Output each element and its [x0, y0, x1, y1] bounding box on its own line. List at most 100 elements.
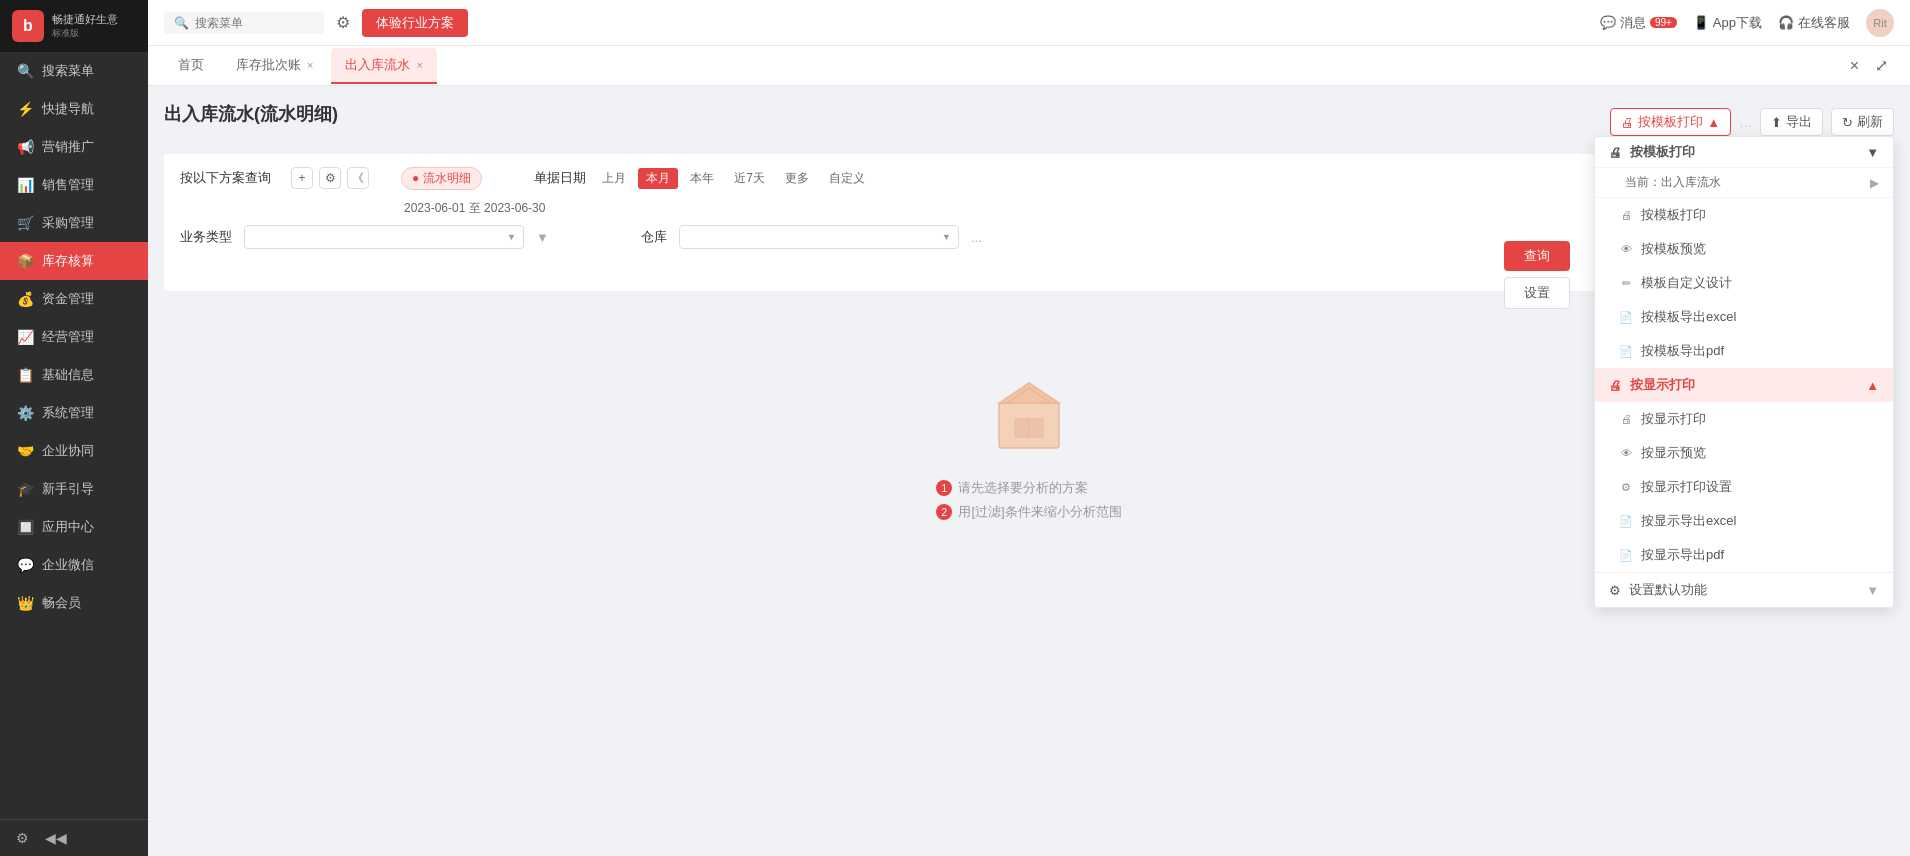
- sidebar-item-search[interactable]: 🔍 搜索菜单: [0, 52, 148, 90]
- settings-bottom-icon[interactable]: ⚙: [16, 830, 29, 846]
- dropdown-display-section[interactable]: 🖨 按显示打印 ▲: [1595, 368, 1893, 402]
- sidebar-item-coop[interactable]: 🤝 企业协同: [0, 432, 148, 470]
- template-pdf-label: 按模板导出pdf: [1641, 342, 1724, 360]
- dropdown-display-print[interactable]: 🖨 按显示打印: [1595, 402, 1893, 436]
- step1-num: 1: [936, 480, 952, 496]
- date-tab-this-month[interactable]: 本月: [638, 168, 678, 189]
- refresh-button[interactable]: ↻ 刷新: [1831, 108, 1894, 136]
- edit-filter-button[interactable]: ⚙: [319, 167, 341, 189]
- dropdown-collapse-icon[interactable]: ▼: [1866, 145, 1879, 160]
- tab-flow-close[interactable]: ×: [416, 59, 422, 71]
- purchase-icon: 🛒: [16, 214, 34, 232]
- basic-icon: 📋: [16, 366, 34, 384]
- printer-section-icon: 🖨: [1609, 145, 1622, 160]
- print-template-button[interactable]: 🖨 按模板打印 ▲: [1610, 108, 1731, 136]
- app-download-label: App下载: [1713, 14, 1762, 32]
- sidebar-item-shortcut[interactable]: ⚡ 快捷导航: [0, 90, 148, 128]
- warehouse-label: 仓库: [641, 228, 667, 246]
- sidebar-item-operation[interactable]: 📈 经营管理: [0, 318, 148, 356]
- user-name-label: Rit: [1873, 17, 1886, 29]
- display-settings-icon: ⚙: [1619, 480, 1633, 494]
- main-content: 🔍 ⚙ 体验行业方案 💬 消息 99+ 📱 App下载 🎧 在线客服 Rit: [148, 0, 1910, 856]
- dropdown-template-title: 按模板打印: [1630, 143, 1695, 161]
- sidebar-item-system[interactable]: ⚙️ 系统管理: [0, 394, 148, 432]
- dropdown-set-default[interactable]: ⚙ 设置默认功能 ▼: [1595, 572, 1893, 607]
- setting-button[interactable]: 设置: [1504, 277, 1570, 309]
- collapse-filter-button[interactable]: 《: [347, 167, 369, 189]
- template-preview-label: 按模板预览: [1641, 240, 1706, 258]
- biz-type-select-wrapper: [244, 225, 524, 249]
- sidebar-item-label: 应用中心: [42, 518, 94, 536]
- dropdown-template-excel[interactable]: 📄 按模板导出excel: [1595, 300, 1893, 334]
- tab-batch-close[interactable]: ×: [307, 59, 313, 71]
- export-button[interactable]: ⬆ 导出: [1760, 108, 1823, 136]
- tab-flow[interactable]: 出入库流水 ×: [331, 48, 436, 84]
- dropdown-display-preview[interactable]: 👁 按显示预览: [1595, 436, 1893, 470]
- sidebar-item-marketing[interactable]: 📢 营销推广: [0, 128, 148, 166]
- sidebar-item-label: 基础信息: [42, 366, 94, 384]
- dropdown-current-item[interactable]: 当前：出入库流水 ▶: [1595, 168, 1893, 198]
- message-btn[interactable]: 💬 消息 99+: [1600, 14, 1677, 32]
- active-filter-tag[interactable]: ● 流水明细: [401, 167, 482, 190]
- message-badge: 99+: [1650, 17, 1677, 28]
- sidebar-item-label: 营销推广: [42, 138, 94, 156]
- sidebar-item-app[interactable]: 🔲 应用中心: [0, 508, 148, 546]
- trial-button[interactable]: 体验行业方案: [362, 9, 468, 37]
- inventory-icon: 📦: [16, 252, 34, 270]
- date-tab-custom[interactable]: 自定义: [821, 168, 873, 189]
- sidebar-item-sales[interactable]: 📊 销售管理: [0, 166, 148, 204]
- warehouse-select[interactable]: [679, 225, 959, 249]
- header-settings-icon[interactable]: ⚙: [336, 13, 350, 32]
- display-preview-icon: 👁: [1619, 446, 1633, 460]
- biz-type-select[interactable]: [244, 225, 524, 249]
- member-icon: 👑: [16, 594, 34, 612]
- header-search-box[interactable]: 🔍: [164, 12, 324, 34]
- dropdown-display-settings[interactable]: ⚙ 按显示打印设置: [1595, 470, 1893, 504]
- empty-step-2: 2 用[过滤]条件来缩小分析范围: [936, 503, 1121, 521]
- sidebar-item-basic[interactable]: 📋 基础信息: [0, 356, 148, 394]
- date-tab-7days[interactable]: 近7天: [726, 168, 773, 189]
- date-tab-more[interactable]: 更多: [777, 168, 817, 189]
- sidebar-item-label: 畅会员: [42, 594, 81, 612]
- sidebar-item-purchase[interactable]: 🛒 采购管理: [0, 204, 148, 242]
- date-tab-last-month[interactable]: 上月: [594, 168, 634, 189]
- dropdown-template-custom[interactable]: ✏ 模板自定义设计: [1595, 266, 1893, 300]
- sidebar-item-finance[interactable]: 💰 资金管理: [0, 280, 148, 318]
- sidebar-item-wechat[interactable]: 💬 企业微信: [0, 546, 148, 584]
- shortcut-icon: ⚡: [16, 100, 34, 118]
- sidebar-item-guide[interactable]: 🎓 新手引导: [0, 470, 148, 508]
- dropdown-template-print[interactable]: 🖨 按模板打印: [1595, 198, 1893, 232]
- warehouse-more-icon[interactable]: ...: [971, 230, 982, 245]
- app-logo-icon: b: [12, 10, 44, 42]
- dropdown-template-pdf[interactable]: 📄 按模板导出pdf: [1595, 334, 1893, 368]
- collapse-sidebar-icon[interactable]: ◀◀: [45, 830, 67, 846]
- sidebar-item-label: 系统管理: [42, 404, 94, 422]
- app-download-btn[interactable]: 📱 App下载: [1693, 14, 1762, 32]
- marketing-icon: 📢: [16, 138, 34, 156]
- close-all-tabs-button[interactable]: ×: [1844, 54, 1865, 77]
- dropdown-template-preview[interactable]: 👁 按模板预览: [1595, 232, 1893, 266]
- empty-icon: [979, 363, 1079, 463]
- display-excel-icon: 📄: [1619, 514, 1633, 528]
- sidebar-item-label: 快捷导航: [42, 100, 94, 118]
- tab-flow-label: 出入库流水: [345, 56, 410, 74]
- query-button[interactable]: 查询: [1504, 241, 1570, 271]
- dropdown-display-title: 按显示打印: [1630, 376, 1695, 394]
- dropdown-display-pdf[interactable]: 📄 按显示导出pdf: [1595, 538, 1893, 572]
- tab-batch[interactable]: 库存批次账 ×: [222, 48, 327, 84]
- date-tab-this-year[interactable]: 本年: [682, 168, 722, 189]
- print-template-label: 按模板打印: [1638, 113, 1703, 131]
- tab-home[interactable]: 首页: [164, 48, 218, 84]
- header-search-input[interactable]: [195, 16, 295, 30]
- sidebar-item-member[interactable]: 👑 畅会员: [0, 584, 148, 622]
- sidebar-logo-info: 畅捷通好生意 标准版: [52, 12, 118, 40]
- sidebar-item-label: 资金管理: [42, 290, 94, 308]
- query-action-area: 查询 设置: [1504, 241, 1570, 309]
- maximize-button[interactable]: ⤢: [1869, 54, 1894, 77]
- online-service-label: 在线客服: [1798, 14, 1850, 32]
- add-filter-button[interactable]: +: [291, 167, 313, 189]
- dropdown-display-excel[interactable]: 📄 按显示导出excel: [1595, 504, 1893, 538]
- sidebar-item-inventory[interactable]: 📦 库存核算: [0, 242, 148, 280]
- user-avatar[interactable]: Rit: [1866, 9, 1894, 37]
- online-service-btn[interactable]: 🎧 在线客服: [1778, 14, 1850, 32]
